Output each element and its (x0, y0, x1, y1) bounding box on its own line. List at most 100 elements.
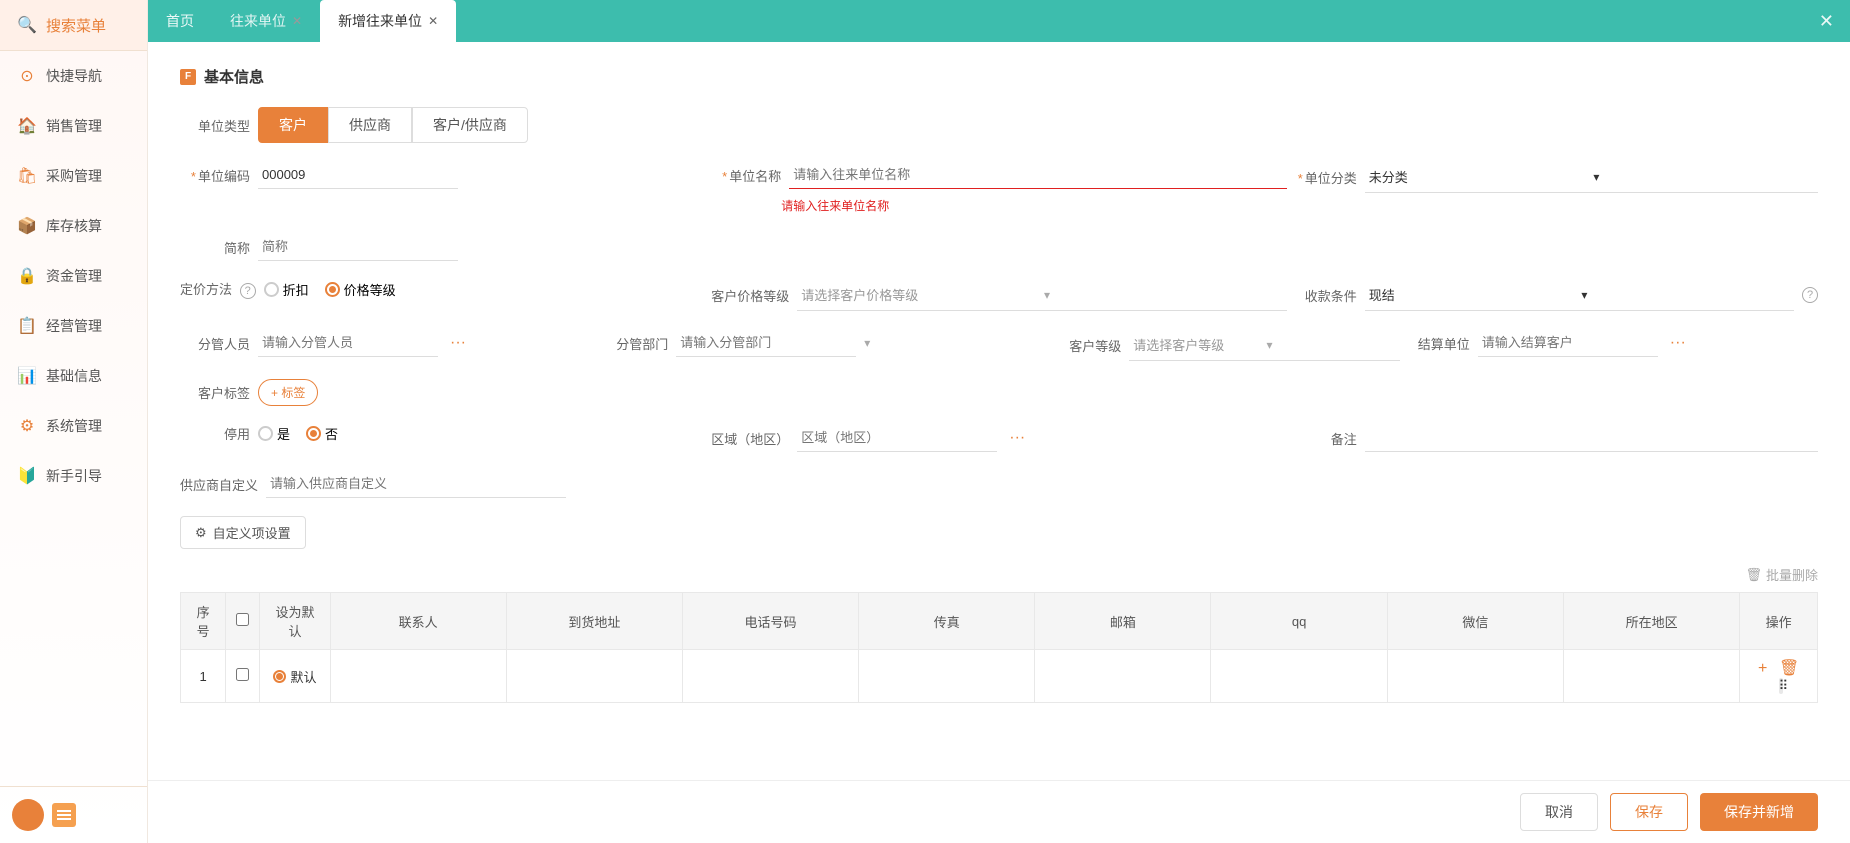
wechat-input[interactable] (1398, 669, 1553, 684)
sidebar-item-purchase[interactable]: 🛍 采购管理 (0, 151, 147, 201)
customer-price-level-select[interactable]: 请选择客户价格等级 ▾ (797, 279, 1287, 311)
email-input[interactable] (1045, 669, 1200, 684)
section-title-basic-info: F 基本信息 (180, 66, 1818, 87)
area-input[interactable] (1574, 669, 1729, 684)
save-new-button[interactable]: 保存并新增 (1700, 793, 1818, 831)
close-partner-tab[interactable]: ✕ (292, 14, 302, 28)
disabled-yes-option[interactable]: 是 (258, 424, 290, 443)
unit-type-field: 单位类型 客户 供应商 客户/供应商 (180, 107, 1818, 143)
table-row: 1 默认 (181, 650, 1818, 703)
cell-contact[interactable] (330, 650, 506, 703)
tabs-bar: 首页 往来单位 ✕ 新增往来单位 ✕ ✕ (148, 0, 1850, 42)
close-new-partner-tab[interactable]: ✕ (428, 14, 438, 28)
dept-chevron-icon: ▾ (864, 336, 870, 350)
cell-qq[interactable] (1211, 650, 1387, 703)
th-email: 邮箱 (1035, 593, 1211, 650)
unit-type-customer[interactable]: 客户 (258, 107, 328, 143)
region-label: 区域（地区） (711, 429, 789, 448)
sidebar-item-sales[interactable]: 🏠 销售管理 (0, 101, 147, 151)
unit-name-input[interactable] (789, 161, 1287, 189)
settlement-unit-input[interactable] (1478, 329, 1658, 357)
chevron-down-icon: ▾ (1267, 338, 1396, 352)
cell-phone[interactable] (682, 650, 858, 703)
unit-code-name-row: *单位编码 *单位名称 请输入往来单位名称 *单位分类 (180, 161, 1818, 215)
cell-address[interactable] (506, 650, 682, 703)
delete-row-btn[interactable]: 🗑 (1775, 660, 1803, 677)
close-all-tabs[interactable]: ✕ (1803, 11, 1850, 32)
save-button[interactable]: 保存 (1610, 793, 1688, 831)
tab-new-partner[interactable]: 新增往来单位 ✕ (320, 0, 456, 42)
sidebar-item-newbie[interactable]: 🔰 新手引导 (0, 451, 147, 501)
remark-input[interactable] (1365, 424, 1818, 452)
customer-level-field: 客户等级 请选择客户等级 ▾ (1051, 329, 1400, 361)
unit-type-both[interactable]: 客户/供应商 (412, 107, 528, 143)
unit-category-select[interactable]: 未分类 ▾ (1365, 161, 1818, 193)
drag-handle[interactable]: ⠿ (1779, 678, 1783, 694)
unit-name-error: 请输入往来单位名称 (781, 199, 889, 213)
menu-icon[interactable] (52, 803, 76, 827)
sidebar-item-search[interactable]: 🔍 搜索菜单 (0, 0, 147, 51)
cancel-button[interactable]: 取消 (1520, 793, 1598, 831)
fax-input[interactable] (869, 669, 1024, 684)
sidebar-item-system[interactable]: ⚙ 系统管理 (0, 401, 147, 451)
default-radio[interactable] (273, 670, 286, 683)
region-more-btn[interactable]: ··· (1005, 429, 1029, 447)
custom-settings-button[interactable]: ⚙ 自定义项设置 (180, 516, 306, 549)
search-icon: 🔍 (16, 14, 38, 36)
tab-partner[interactable]: 往来单位 ✕ (212, 0, 320, 42)
contact-input[interactable] (341, 669, 496, 684)
unit-code-field: *单位编码 (180, 161, 711, 189)
cell-email[interactable] (1035, 650, 1211, 703)
pricing-discount-option[interactable]: 折扣 (264, 280, 309, 299)
supplier-custom-input[interactable] (266, 470, 566, 498)
add-tag-button[interactable]: + 标签 (258, 379, 318, 406)
select-all-checkbox[interactable] (236, 613, 249, 626)
th-phone: 电话号码 (682, 593, 858, 650)
sidebar-item-basic-info[interactable]: 📊 基础信息 (0, 351, 147, 401)
row-checkbox[interactable] (236, 668, 249, 681)
unit-type-label: 单位类型 (180, 116, 250, 135)
sidebar-item-label: 基础信息 (46, 366, 102, 386)
sidebar-item-operations[interactable]: 📋 经营管理 (0, 301, 147, 351)
th-wechat: 微信 (1387, 593, 1563, 650)
qq-input[interactable] (1221, 669, 1376, 684)
disabled-no-option[interactable]: 否 (306, 424, 338, 443)
basic-info-icon: 📊 (16, 365, 38, 387)
table-section: 🗑 批量删除 序号 设为默认 联系人 到货地址 电话号码 传真 邮箱 qq (180, 565, 1818, 703)
address-input[interactable] (517, 669, 672, 684)
sidebar-footer (0, 786, 147, 843)
settlement-more-btn[interactable]: ··· (1666, 334, 1690, 352)
supplier-custom-field: 供应商自定义 (180, 470, 1818, 498)
batch-delete-button[interactable]: 🗑 批量删除 (1745, 565, 1818, 584)
system-icon: ⚙ (16, 415, 38, 437)
sidebar-item-inventory[interactable]: 📦 库存核算 (0, 201, 147, 251)
pricing-method-group: 折扣 价格等级 (264, 280, 396, 299)
phone-input[interactable] (693, 669, 848, 684)
payment-terms-select[interactable]: 现结 ▾ (1365, 279, 1794, 311)
cell-area[interactable] (1564, 650, 1740, 703)
th-action: 操作 (1740, 593, 1818, 650)
manager-more-btn[interactable]: ··· (446, 334, 470, 352)
payment-help-icon[interactable]: ? (1802, 287, 1818, 303)
pricing-level-option[interactable]: 价格等级 (325, 280, 396, 299)
department-input[interactable] (676, 329, 856, 357)
disabled-field: 停用 是 否 (180, 424, 711, 443)
unit-type-row: 单位类型 客户 供应商 客户/供应商 (180, 107, 1818, 143)
customer-level-select[interactable]: 请选择客户等级 ▾ (1129, 329, 1400, 361)
user-avatar[interactable] (12, 799, 44, 831)
manager-input[interactable] (258, 329, 438, 357)
add-row-btn[interactable]: + (1754, 660, 1771, 677)
region-input[interactable] (797, 424, 997, 452)
short-name-input[interactable] (258, 233, 458, 261)
sidebar-item-label: 搜索菜单 (46, 15, 106, 36)
pricing-help-icon[interactable]: ? (240, 283, 256, 299)
tab-home[interactable]: 首页 (148, 0, 212, 42)
cell-wechat[interactable] (1387, 650, 1563, 703)
short-name-row: 简称 (180, 233, 1818, 261)
cell-fax[interactable] (859, 650, 1035, 703)
sidebar-item-quick-nav[interactable]: ⊙ 快捷导航 (0, 51, 147, 101)
unit-code-input[interactable] (258, 161, 458, 189)
unit-type-supplier[interactable]: 供应商 (328, 107, 412, 143)
sidebar-item-capital[interactable]: 🔒 资金管理 (0, 251, 147, 301)
manager-label: 分管人员 (180, 334, 250, 353)
